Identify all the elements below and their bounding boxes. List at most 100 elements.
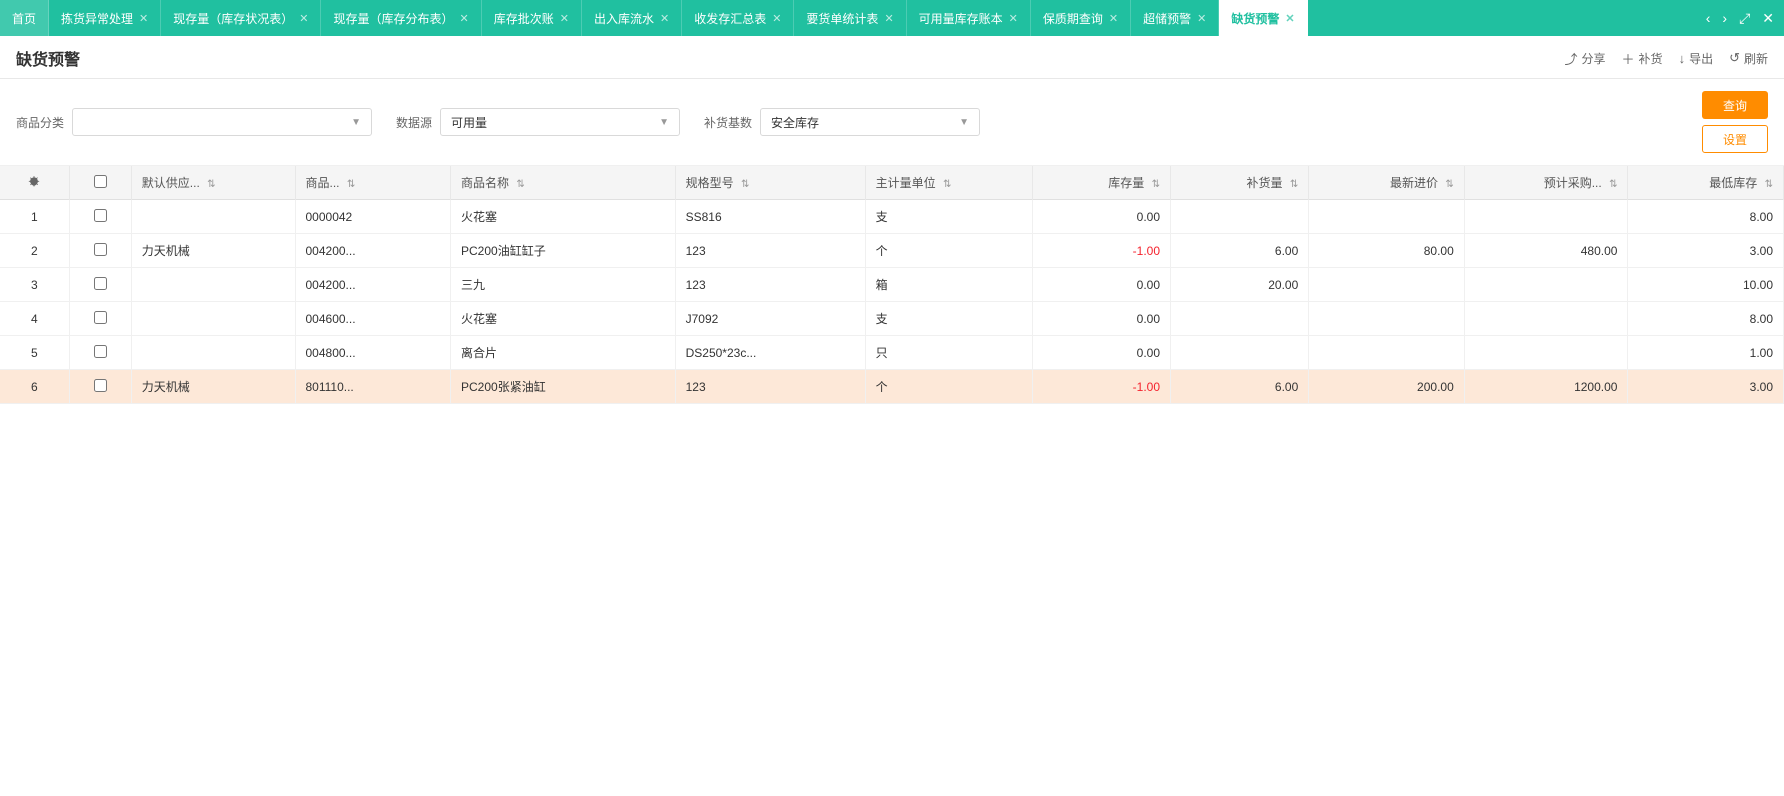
row-latest-price [1309, 200, 1465, 234]
th-spec[interactable]: 规格型号 ⇅ [675, 166, 865, 200]
price-sort-icon: ⇅ [1445, 179, 1453, 190]
tab-label: 拣货异常处理 [61, 10, 133, 27]
row-supplier [131, 268, 295, 302]
export-icon: ↓ [1679, 51, 1686, 66]
export-action[interactable]: ↓ 导出 [1679, 50, 1714, 67]
row-checkbox[interactable] [94, 379, 107, 392]
tab-close-icon[interactable]: ✕ [772, 12, 781, 25]
tab-controls: ‹ › ⤢ ✕ [1700, 6, 1784, 31]
tab-label: 要货单统计表 [806, 10, 878, 27]
row-name: PC200油缸缸子 [451, 234, 676, 268]
replenish-icon: ＋ [1622, 49, 1635, 68]
tab-label: 现存量（库存分布表） [333, 10, 453, 27]
row-unit: 支 [865, 200, 1032, 234]
tab-close-icon[interactable]: ✕ [1197, 12, 1206, 25]
tab-close-all-button[interactable]: ✕ [1756, 6, 1780, 31]
category-dropdown-icon: ▼ [351, 117, 361, 128]
row-name: 三九 [451, 268, 676, 302]
tab-close-icon[interactable]: ✕ [660, 12, 669, 25]
tab-collect-summary[interactable]: 收发存汇总表 ✕ [682, 0, 794, 36]
row-index: 5 [0, 336, 69, 370]
th-min-stock[interactable]: 最低库存 ⇅ [1628, 166, 1784, 200]
tab-expiry-query[interactable]: 保质期查询 ✕ [1031, 0, 1131, 36]
tab-batch-account[interactable]: 库存批次账 ✕ [482, 0, 582, 36]
row-checkbox[interactable] [94, 209, 107, 222]
th-name[interactable]: 商品名称 ⇅ [451, 166, 676, 200]
row-min-stock: 10.00 [1628, 268, 1784, 302]
th-latest-price-label: 最新进价 [1390, 176, 1438, 190]
replenish-action[interactable]: ＋ 补货 [1622, 49, 1663, 68]
row-checkbox[interactable] [94, 345, 107, 358]
row-checkbox[interactable] [94, 311, 107, 324]
th-unit[interactable]: 主计量单位 ⇅ [865, 166, 1032, 200]
page-content: 缺货预警 ⤴ 分享 ＋ 补货 ↓ 导出 ↺ 刷新 商品分类 [0, 36, 1784, 796]
row-index: 2 [0, 234, 69, 268]
page-header: 缺货预警 ⤴ 分享 ＋ 补货 ↓ 导出 ↺ 刷新 [0, 36, 1784, 79]
select-all-checkbox[interactable] [94, 175, 107, 188]
row-unit: 个 [865, 370, 1032, 404]
data-table: 默认供应... ⇅ 商品... ⇅ 商品名称 ⇅ 规格型号 ⇅ [0, 166, 1784, 404]
row-index: 3 [0, 268, 69, 302]
tab-home[interactable]: 首页 [0, 0, 49, 36]
row-code: 004600... [295, 302, 451, 336]
tab-close-icon[interactable]: ✕ [560, 12, 569, 25]
tab-overstock[interactable]: 超储预警 ✕ [1131, 0, 1219, 36]
th-replenish-qty[interactable]: 补货量 ⇅ [1171, 166, 1309, 200]
row-unit: 只 [865, 336, 1032, 370]
tab-close-icon[interactable]: ✕ [1109, 12, 1118, 25]
tab-close-icon[interactable]: ✕ [139, 12, 148, 25]
settings-button[interactable]: 设置 [1702, 125, 1768, 153]
tab-stock-dist[interactable]: 现存量（库存分布表） ✕ [321, 0, 481, 36]
tab-close-icon[interactable]: ✕ [1009, 12, 1018, 25]
th-stock[interactable]: 库存量 ⇅ [1032, 166, 1170, 200]
tab-stock-status[interactable]: 现存量（库存状况表） ✕ [161, 0, 321, 36]
tab-available-ledger[interactable]: 可用量库存账本 ✕ [907, 0, 1031, 36]
row-name: PC200张紧油缸 [451, 370, 676, 404]
datasource-dropdown-icon: ▼ [659, 117, 669, 128]
th-est-purchase[interactable]: 预计采购... ⇅ [1464, 166, 1628, 200]
row-est-purchase: 1200.00 [1464, 370, 1628, 404]
tab-inout-flow[interactable]: 出入库流水 ✕ [582, 0, 682, 36]
row-code: 004200... [295, 268, 451, 302]
datasource-label: 数据源 [396, 114, 432, 131]
tab-close-icon[interactable]: ✕ [460, 12, 469, 25]
th-stock-label: 库存量 [1108, 176, 1144, 190]
refresh-action[interactable]: ↺ 刷新 [1729, 50, 1768, 67]
table-row: 3 004200... 三九 123 箱 0.00 20.00 10.00 [0, 268, 1784, 302]
row-checkbox[interactable] [94, 277, 107, 290]
query-button[interactable]: 查询 [1702, 91, 1768, 119]
tab-close-icon[interactable]: ✕ [299, 12, 308, 25]
row-supplier [131, 336, 295, 370]
row-min-stock: 8.00 [1628, 200, 1784, 234]
row-checkbox-cell [69, 268, 131, 302]
category-filter-group: 商品分类 ▼ [16, 108, 372, 136]
tab-restore-button[interactable]: ⤢ [1733, 6, 1756, 31]
th-supplier[interactable]: 默认供应... ⇅ [131, 166, 295, 200]
tab-close-icon[interactable]: ✕ [1285, 12, 1294, 25]
row-name: 火花塞 [451, 302, 676, 336]
tab-exception[interactable]: 拣货异常处理 ✕ [49, 0, 161, 36]
tab-next-button[interactable]: › [1716, 6, 1733, 30]
filter-actions: 查询 设置 [1702, 91, 1768, 153]
replenish-base-select[interactable]: 安全库存 ▼ [760, 108, 980, 136]
row-latest-price [1309, 336, 1465, 370]
table-row: 1 0000042 火花塞 SS816 支 0.00 8.00 [0, 200, 1784, 234]
minstock-sort-icon: ⇅ [1765, 179, 1773, 190]
code-sort-icon: ⇅ [347, 179, 355, 190]
tab-demand-stat[interactable]: 要货单统计表 ✕ [794, 0, 906, 36]
tab-prev-button[interactable]: ‹ [1700, 6, 1717, 30]
th-code[interactable]: 商品... ⇅ [295, 166, 451, 200]
gear-icon[interactable] [27, 176, 41, 190]
row-checkbox-cell [69, 370, 131, 404]
category-select[interactable]: ▼ [72, 108, 372, 136]
datasource-select[interactable]: 可用量 ▼ [440, 108, 680, 136]
share-action[interactable]: ⤴ 分享 [1565, 49, 1606, 68]
row-spec: 123 [675, 370, 865, 404]
row-checkbox[interactable] [94, 243, 107, 256]
tab-shortage[interactable]: 缺货预警 ✕ [1219, 0, 1307, 36]
row-spec: J7092 [675, 302, 865, 336]
share-icon: ⤴ [1565, 49, 1578, 68]
th-latest-price[interactable]: 最新进价 ⇅ [1309, 166, 1465, 200]
tab-close-icon[interactable]: ✕ [884, 12, 893, 25]
row-index: 1 [0, 200, 69, 234]
